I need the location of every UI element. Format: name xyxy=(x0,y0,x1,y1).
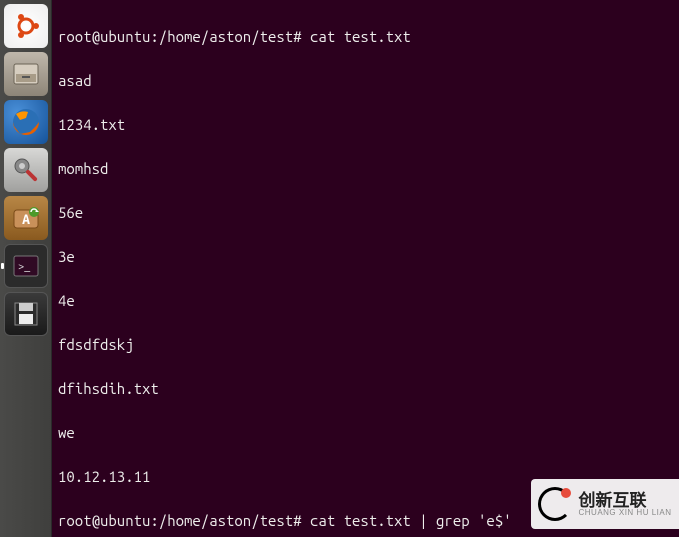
watermark-logo-icon xyxy=(538,487,572,521)
launcher-software-updater-icon[interactable]: A xyxy=(4,196,48,240)
launcher-settings-icon[interactable] xyxy=(4,148,48,192)
output-line: 3e xyxy=(58,246,673,268)
terminal-output[interactable]: root@ubuntu:/home/aston/test# cat test.t… xyxy=(52,0,679,537)
launcher-save-icon[interactable] xyxy=(4,292,48,336)
svg-text:>_: >_ xyxy=(18,261,31,273)
watermark-en: CHUANG XIN HU LIAN xyxy=(578,509,671,517)
output-line: fdsdfdskj xyxy=(58,334,673,356)
gear-wrench-icon xyxy=(8,152,44,188)
prompt: root@ubuntu:/home/aston/test# xyxy=(58,28,302,45)
output-line: 4e xyxy=(58,290,673,312)
watermark-zh: 创新互联 xyxy=(578,492,671,509)
output-line: dfihsdih.txt xyxy=(58,378,673,400)
launcher-dash-icon[interactable] xyxy=(4,4,48,48)
command: cat test.txt | grep 'e$' xyxy=(310,512,512,529)
floppy-icon xyxy=(8,296,44,332)
ubuntu-icon xyxy=(8,8,44,44)
svg-text:A: A xyxy=(22,211,30,227)
watermark: 创新互联 CHUANG XIN HU LIAN xyxy=(531,479,679,529)
launcher-firefox-icon[interactable] xyxy=(4,100,48,144)
unity-launcher: A >_ xyxy=(0,0,52,537)
output-line: 1234.txt xyxy=(58,114,673,136)
launcher-terminal-icon[interactable]: >_ xyxy=(4,244,48,288)
updater-icon: A xyxy=(8,200,44,236)
output-line: momhsd xyxy=(58,158,673,180)
command: cat test.txt xyxy=(310,28,411,45)
output-line: 56e xyxy=(58,202,673,224)
launcher-files-icon[interactable] xyxy=(4,52,48,96)
firefox-icon xyxy=(8,104,44,140)
terminal-line: root@ubuntu:/home/aston/test# cat test.t… xyxy=(58,26,673,48)
active-indicator xyxy=(1,263,4,269)
output-line: we xyxy=(58,422,673,444)
watermark-text: 创新互联 CHUANG XIN HU LIAN xyxy=(578,492,671,517)
drawer-icon xyxy=(8,56,44,92)
terminal-icon: >_ xyxy=(8,248,44,284)
output-line: asad xyxy=(58,70,673,92)
prompt: root@ubuntu:/home/aston/test# xyxy=(58,512,302,529)
